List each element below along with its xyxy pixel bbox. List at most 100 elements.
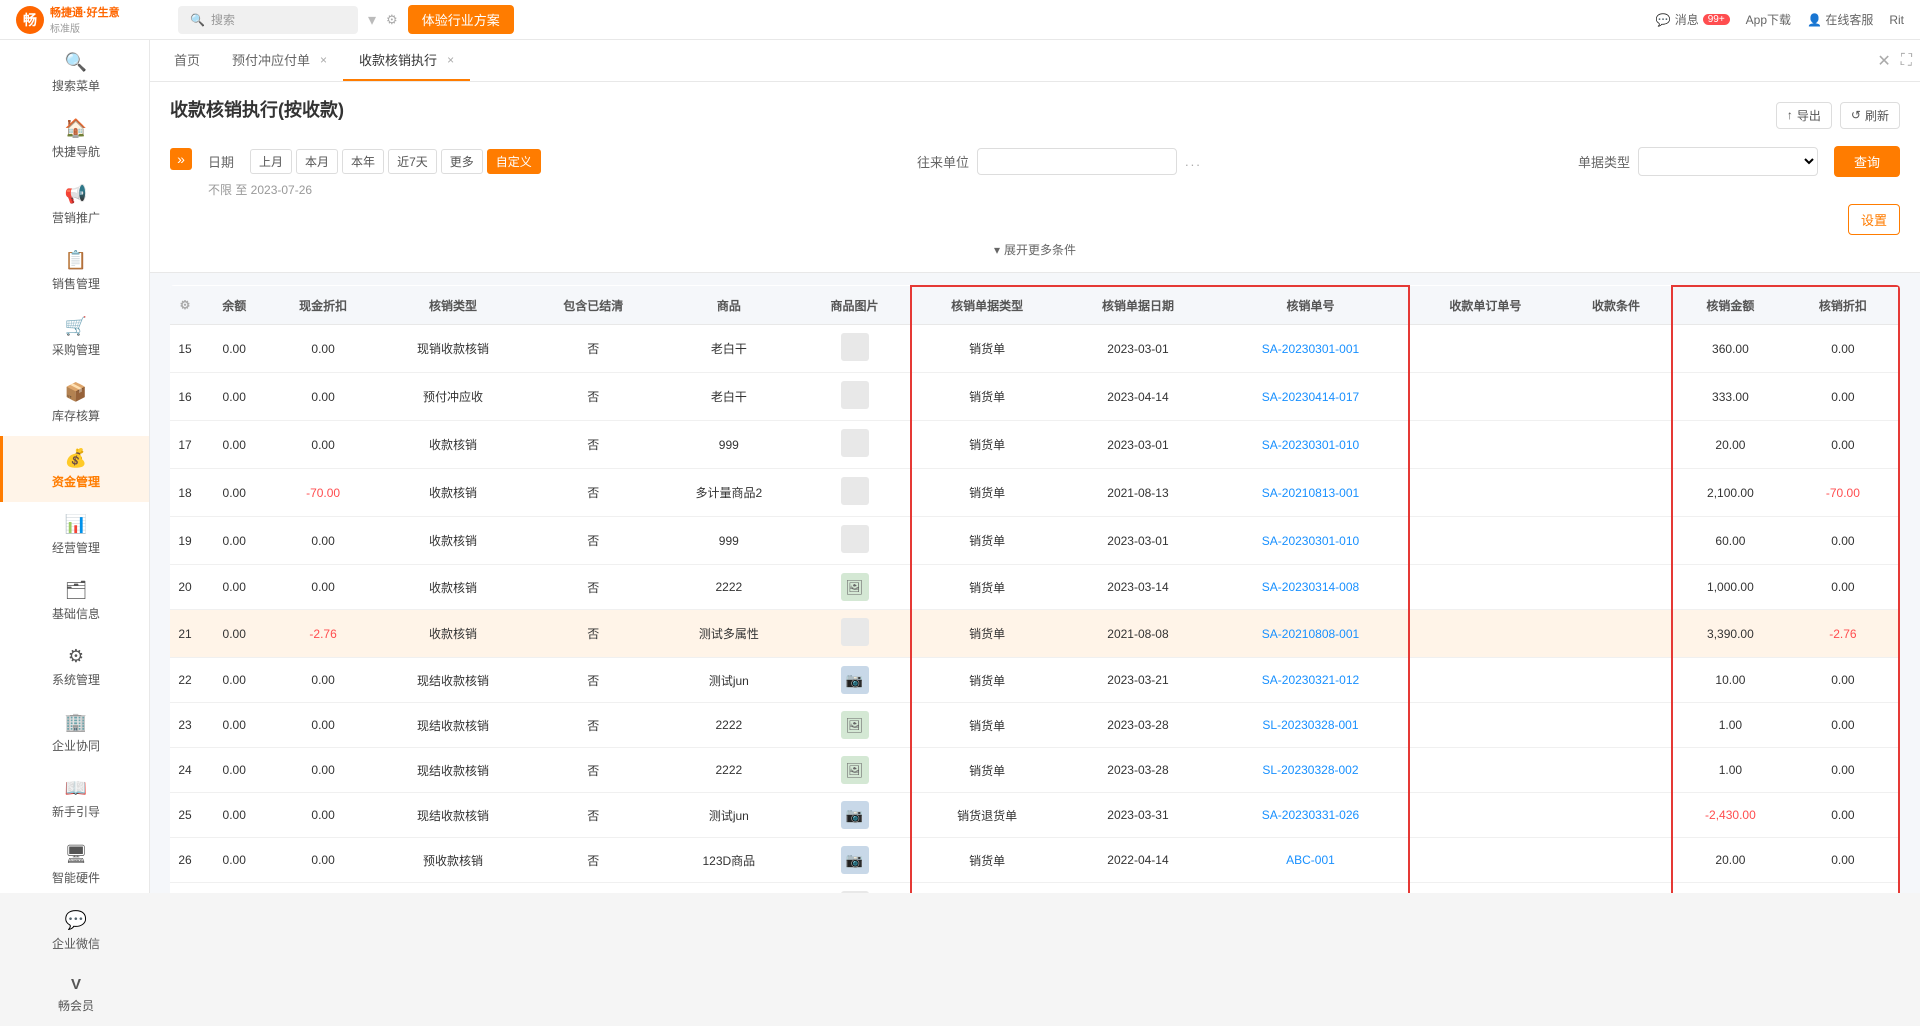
sidebar-label-wechat: 企业微信 [52,935,100,952]
sidebar-item-inventory[interactable]: 📦 库存核算 [0,370,149,436]
date-btn-last-month[interactable]: 上月 [250,149,292,174]
td-offset-slip-type: 销货单 [911,658,1063,703]
td-include-settled: 否 [528,610,658,658]
sidebar-item-search-menu[interactable]: 🔍 搜索菜单 [0,40,149,106]
slip-no-link[interactable]: SA-20230331-026 [1262,808,1359,822]
sidebar-item-business[interactable]: 📊 经营管理 [0,502,149,568]
date-btn-this-month[interactable]: 本月 [296,149,338,174]
th-settings[interactable]: ⚙ [170,286,200,325]
table-row: 25 0.00 0.00 现结收款核销 否 测试jun 📷 销货退货单 2023… [170,793,1899,838]
refresh-button[interactable]: ↺ 刷新 [1840,102,1900,129]
td-product: 999 [658,517,799,565]
td-product: 老白干 [658,373,799,421]
member-icon: V [71,976,81,993]
td-offset-slip-type: 销货单 [911,883,1063,894]
td-id: 27 [170,883,200,894]
dropdown-arrow-icon[interactable]: ▾ [368,10,376,30]
single-type-select[interactable] [1638,147,1818,176]
filter-section: » 日期 上月 本月 本年 近7天 更多 [150,134,1920,273]
filter-expand-icon[interactable]: » [170,148,192,170]
sidebar-item-wechat[interactable]: 💬 企业微信 [0,898,149,964]
td-offset-discount: 0.00 [1788,748,1899,793]
settings-button[interactable]: 设置 [1848,204,1900,235]
slip-no-link[interactable]: SA-20210808-001 [1262,627,1359,641]
td-receipt-order-no [1409,610,1561,658]
td-cash-discount: 0.00 [268,565,377,610]
from-unit-input[interactable] [977,148,1177,175]
sidebar-item-member[interactable]: V 畅会员 [0,964,149,1026]
expand-more-conditions[interactable]: ▾ 展开更多条件 [170,235,1900,260]
search-placeholder-text: 搜索 [211,11,235,28]
tab-maximize-icon[interactable]: ⛶ [1901,52,1912,70]
slip-no-link[interactable]: SA-20230321-012 [1262,673,1359,687]
td-product-img [799,325,910,373]
date-btn-this-year[interactable]: 本年 [342,149,384,174]
filter-row-1: 日期 上月 本月 本年 近7天 更多 自定义 [208,146,1900,177]
tab-receipt-offset[interactable]: 收款核销执行 × [343,40,470,81]
td-offset-amount: 333.00 [1672,373,1788,421]
td-offset-slip-date: 2023-03-14 [1063,565,1213,610]
td-offset-slip-type: 销货单 [911,373,1063,421]
date-btn-custom[interactable]: 自定义 [487,149,541,174]
slip-no-link[interactable]: SL-20230328-001 [1262,718,1358,732]
td-balance: 0.00 [200,610,268,658]
slip-no-link[interactable]: SA-20230301-010 [1262,438,1359,452]
date-btn-more[interactable]: 更多 [441,149,483,174]
tab-prepay[interactable]: 预付冲应付单 × [216,40,343,81]
online-service-link[interactable]: 👤 在线客服 [1807,11,1873,28]
sidebar-item-system[interactable]: ⚙ 系统管理 [0,634,149,700]
sidebar-item-smart-hw[interactable]: 🖥 智能硬件 [0,832,149,898]
td-cash-discount: 0.00 [268,325,377,373]
tab-home[interactable]: 首页 [158,40,216,81]
settings-top-icon[interactable]: ⚙ [386,12,398,28]
td-offset-discount: 0.00 [1788,565,1899,610]
refresh-icon: ↺ [1851,108,1861,122]
app-download-link[interactable]: App下载 [1746,11,1791,28]
sidebar-item-corp[interactable]: 🏢 企业协同 [0,700,149,766]
slip-no-link[interactable]: SA-20210813-001 [1262,486,1359,500]
td-balance: 0.00 [200,793,268,838]
industry-solution-button[interactable]: 体验行业方案 [408,5,514,34]
td-offset-slip-date: 2023-03-31 [1063,793,1213,838]
filter-dots: ... [1185,154,1202,169]
td-product: 衣服00001 [658,883,799,894]
td-product-img: 📷 [799,793,910,838]
slip-no-link[interactable]: SA-20230301-010 [1262,534,1359,548]
export-button[interactable]: ↑ 导出 [1776,102,1832,129]
sidebar-item-marketing[interactable]: 📢 营销推广 [0,172,149,238]
tab-receipt-offset-close[interactable]: × [447,53,454,67]
date-btn-7days[interactable]: 近7天 [388,149,437,174]
slip-no-link[interactable]: SA-20230414-017 [1262,390,1359,404]
sidebar-item-quick-nav[interactable]: 🏠 快捷导航 [0,106,149,172]
td-product-img: 🖼 [799,565,910,610]
slip-no-link[interactable]: ABC-001 [1286,853,1335,867]
td-product: 老白干 [658,325,799,373]
from-unit-group: 往来单位 ... [917,148,1202,175]
slip-no-link[interactable]: SA-20230301-001 [1262,342,1359,356]
th-offset-slip-type: 核销单据类型 [911,286,1063,325]
tab-close-icon[interactable]: ✕ [1877,51,1890,71]
tab-prepay-label: 预付冲应付单 [232,50,310,69]
table-row: 16 0.00 0.00 预付冲应收 否 老白干 销货单 2023-04-14 … [170,373,1899,421]
expand-icon: ▾ [994,243,1000,257]
sidebar-item-sales[interactable]: 📋 销售管理 [0,238,149,304]
td-product-img [799,421,910,469]
sidebar-item-purchase[interactable]: 🛒 采购管理 [0,304,149,370]
td-offset-slip-type: 销货单 [911,421,1063,469]
tab-prepay-close[interactable]: × [320,53,327,67]
message-area[interactable]: 💬 消息 99+ [1656,11,1730,28]
table-header: ⚙ 余额 现金折扣 核销类型 包含已结清 商品 商品图片 核销单据类型 核销单据… [170,286,1899,325]
query-button[interactable]: 查询 [1834,146,1900,177]
td-receipt-order-no [1409,421,1561,469]
sidebar-item-guide[interactable]: 📖 新手引导 [0,766,149,832]
table-row: 22 0.00 0.00 现结收款核销 否 测试jun 📷 销货单 2023-0… [170,658,1899,703]
td-id: 21 [170,610,200,658]
td-balance: 0.00 [200,883,268,894]
slip-no-link[interactable]: SA-20230314-008 [1262,580,1359,594]
td-offset-slip-date: 2023-03-01 [1063,421,1213,469]
slip-no-link[interactable]: SL-20230328-002 [1262,763,1358,777]
th-include-settled: 包含已结清 [528,286,658,325]
sidebar-item-finance[interactable]: 💰 资金管理 [0,436,149,502]
sidebar-item-basic-info[interactable]: 🗂 基础信息 [0,568,149,634]
product-thumbnail: 📷 [841,846,869,874]
